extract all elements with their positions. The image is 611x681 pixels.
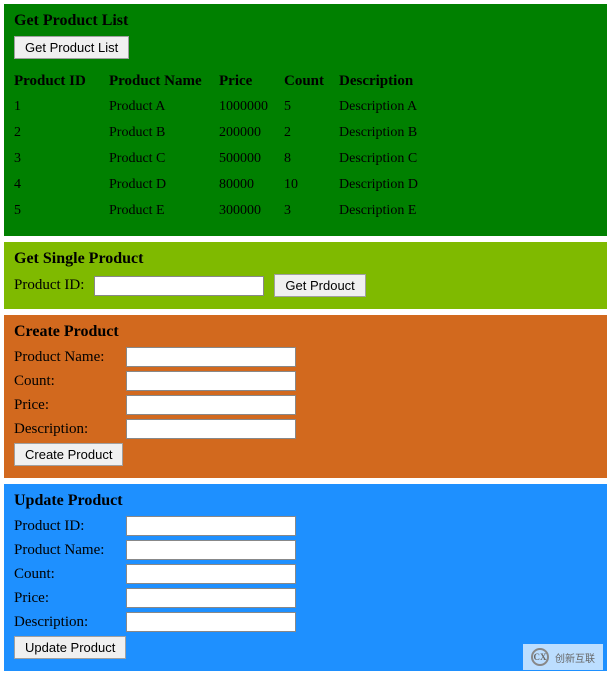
cell-id: 4 <box>14 177 109 193</box>
update-name-label: Product Name: <box>14 542 126 559</box>
create-count-label: Count: <box>14 373 126 390</box>
table-row: 2Product B2000002Description B <box>14 120 597 146</box>
watermark-logo-icon: CX <box>531 648 549 666</box>
product-table: Product ID Product Name Price Count Desc… <box>14 69 597 224</box>
cell-name: Product A <box>109 99 219 115</box>
get-single-heading: Get Single Product <box>14 250 597 268</box>
get-single-button[interactable]: Get Prdouct <box>274 274 365 297</box>
cell-name: Product B <box>109 125 219 141</box>
cell-count: 10 <box>284 177 339 193</box>
table-row: 1Product A10000005Description A <box>14 94 597 120</box>
update-count-label: Count: <box>14 566 126 583</box>
watermark-text: 创新互联 <box>555 650 595 665</box>
update-id-label: Product ID: <box>14 518 126 535</box>
single-id-label: Product ID: <box>14 277 84 294</box>
cell-desc: Description E <box>339 203 459 219</box>
cell-count: 3 <box>284 203 339 219</box>
get-product-list-panel: Get Product List Get Product List Produc… <box>4 4 607 236</box>
update-name-input[interactable] <box>126 540 296 560</box>
table-row: 4Product D8000010Description D <box>14 172 597 198</box>
cell-desc: Description B <box>339 125 459 141</box>
create-price-label: Price: <box>14 397 126 414</box>
update-price-label: Price: <box>14 590 126 607</box>
watermark: CX 创新互联 <box>523 644 603 670</box>
cell-desc: Description C <box>339 151 459 167</box>
update-product-button[interactable]: Update Product <box>14 636 126 659</box>
update-price-input[interactable] <box>126 588 296 608</box>
create-name-label: Product Name: <box>14 349 126 366</box>
update-count-input[interactable] <box>126 564 296 584</box>
get-product-list-heading: Get Product List <box>14 12 597 30</box>
cell-id: 5 <box>14 203 109 219</box>
update-desc-input[interactable] <box>126 612 296 632</box>
create-product-button[interactable]: Create Product <box>14 443 123 466</box>
cell-desc: Description A <box>339 99 459 115</box>
table-header-row: Product ID Product Name Price Count Desc… <box>14 69 597 94</box>
create-heading: Create Product <box>14 323 597 341</box>
single-id-input[interactable] <box>94 276 264 296</box>
update-heading: Update Product <box>14 492 597 510</box>
cell-count: 5 <box>284 99 339 115</box>
cell-name: Product D <box>109 177 219 193</box>
update-desc-label: Description: <box>14 614 126 631</box>
cell-name: Product E <box>109 203 219 219</box>
cell-id: 1 <box>14 99 109 115</box>
update-product-panel: Update Product Product ID: Product Name:… <box>4 484 607 671</box>
header-count: Count <box>284 73 339 90</box>
cell-price: 300000 <box>219 203 284 219</box>
cell-price: 1000000 <box>219 99 284 115</box>
cell-count: 8 <box>284 151 339 167</box>
cell-id: 3 <box>14 151 109 167</box>
cell-price: 200000 <box>219 125 284 141</box>
cell-id: 2 <box>14 125 109 141</box>
create-product-panel: Create Product Product Name: Count: Pric… <box>4 315 607 478</box>
cell-desc: Description D <box>339 177 459 193</box>
create-desc-label: Description: <box>14 421 126 438</box>
cell-name: Product C <box>109 151 219 167</box>
table-row: 5Product E3000003Description E <box>14 198 597 224</box>
header-price: Price <box>219 73 284 90</box>
cell-price: 80000 <box>219 177 284 193</box>
header-desc: Description <box>339 73 459 90</box>
update-id-input[interactable] <box>126 516 296 536</box>
cell-price: 500000 <box>219 151 284 167</box>
get-single-product-panel: Get Single Product Product ID: Get Prdou… <box>4 242 607 309</box>
table-row: 3Product C5000008Description C <box>14 146 597 172</box>
cell-count: 2 <box>284 125 339 141</box>
create-count-input[interactable] <box>126 371 296 391</box>
create-name-input[interactable] <box>126 347 296 367</box>
get-product-list-button[interactable]: Get Product List <box>14 36 129 59</box>
header-name: Product Name <box>109 73 219 90</box>
create-desc-input[interactable] <box>126 419 296 439</box>
header-id: Product ID <box>14 73 109 90</box>
create-price-input[interactable] <box>126 395 296 415</box>
